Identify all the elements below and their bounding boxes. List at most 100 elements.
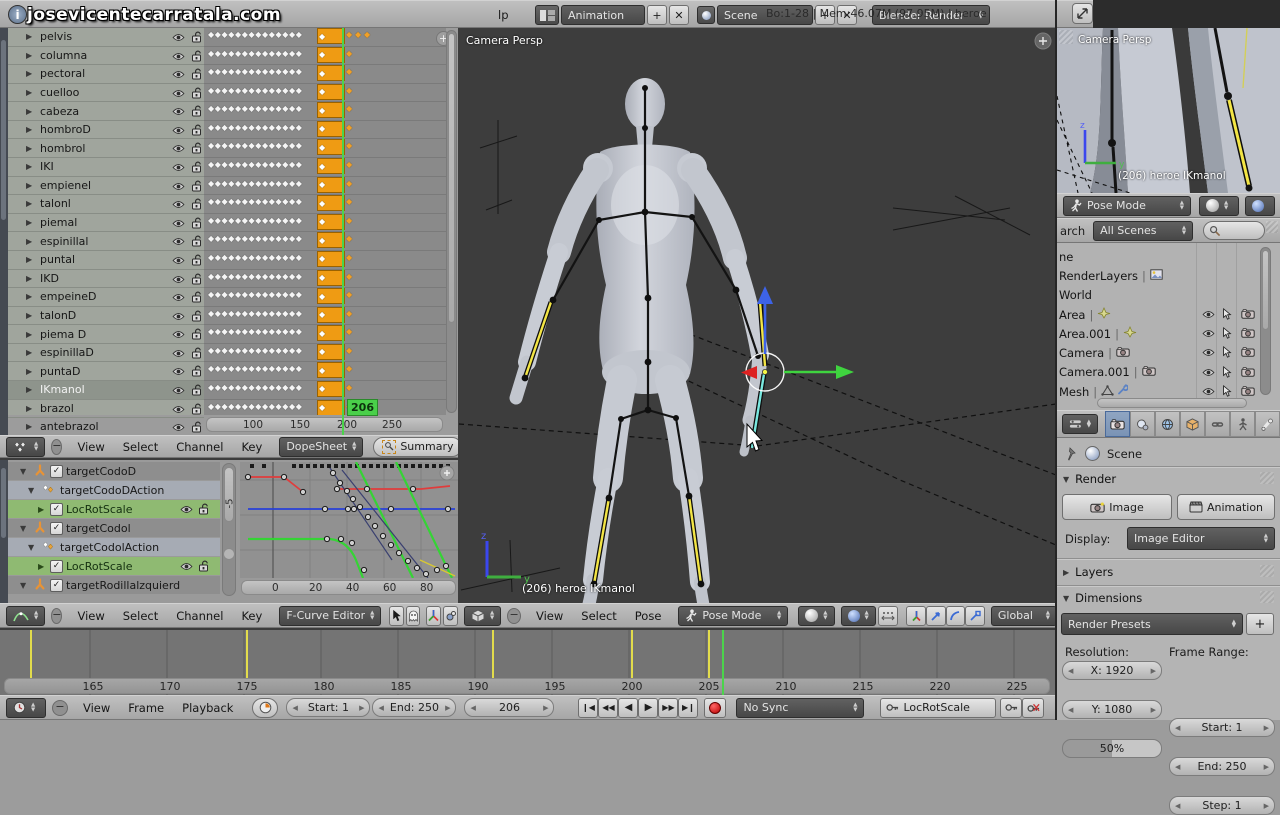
- menu-frame[interactable]: Frame: [128, 701, 164, 715]
- dopesheet-channel-columna[interactable]: ▶ columna: [8, 47, 204, 66]
- dopesheet-key-row[interactable]: ◆◆◆◆◆◆◆◆◆◆◆◆◆◆◆◆: [204, 306, 446, 326]
- dopesheet-key-row[interactable]: ◆◆◆◆◆◆◆◆◆◆◆◆◆◆◆◆: [204, 176, 446, 196]
- dopesheet-channel-empeineD[interactable]: ▶ empeineD: [8, 288, 204, 307]
- selected-keys-block[interactable]: ◆: [317, 195, 345, 212]
- lock-icon[interactable]: [191, 31, 202, 46]
- dimensions-panel-header[interactable]: ▼ Dimensions: [1063, 591, 1142, 605]
- cursor-select-icon[interactable]: [1222, 307, 1232, 323]
- selected-keys-block[interactable]: ◆: [317, 362, 345, 379]
- layers-panel-header[interactable]: ▶ Layers: [1063, 565, 1113, 579]
- checkbox[interactable]: ✓: [50, 579, 63, 592]
- collapse-menus-icon[interactable]: −: [51, 438, 63, 455]
- lock-icon[interactable]: [191, 87, 202, 102]
- render-toggle-icon[interactable]: [1241, 308, 1255, 322]
- menu-view[interactable]: View: [536, 609, 563, 623]
- lock-icon[interactable]: [191, 421, 202, 436]
- dopesheet-channel-IKI[interactable]: ▶ IKI: [8, 158, 204, 177]
- render-toggle-icon[interactable]: [1241, 346, 1255, 360]
- panel-grip[interactable]: [1260, 591, 1274, 603]
- expand-icon[interactable]: ▶: [26, 404, 32, 413]
- breadcrumb-label[interactable]: Scene: [1107, 447, 1142, 461]
- transform-orientation-selector[interactable]: Global ▲ ▼: [990, 605, 1057, 626]
- tab-world[interactable]: [1155, 411, 1180, 437]
- lock-icon[interactable]: [191, 68, 202, 83]
- resolution-percentage-slider[interactable]: 50%: [1062, 739, 1162, 758]
- sync-mode-selector[interactable]: No Sync ▲ ▼: [736, 697, 865, 718]
- menu-playback[interactable]: Playback: [182, 701, 233, 715]
- expand-icon[interactable]: ▶: [26, 274, 32, 283]
- dopesheet-key-row[interactable]: ◆◆◆◆◆◆◆◆◆◆◆◆◆◆◆◆: [204, 213, 446, 233]
- menu-key[interactable]: Key: [241, 440, 262, 454]
- screen-layout-icon[interactable]: [535, 5, 559, 25]
- outliner-h-scrollbar[interactable]: [1097, 398, 1247, 408]
- keyframe-marker[interactable]: [246, 630, 248, 678]
- eye-icon[interactable]: [172, 366, 185, 379]
- menu-channel[interactable]: Channel: [176, 440, 223, 454]
- eye-icon[interactable]: [1202, 308, 1215, 322]
- lock-icon[interactable]: [191, 347, 202, 362]
- normalize-axis-button[interactable]: [426, 605, 442, 626]
- selected-keys-block[interactable]: ◆: [317, 269, 345, 286]
- eye-icon[interactable]: [172, 125, 185, 138]
- cursor-select-icon[interactable]: [1222, 365, 1232, 381]
- selected-keys-block[interactable]: ◆: [317, 399, 345, 416]
- side-preview-viewport[interactable]: z y: [1057, 28, 1280, 193]
- eye-icon[interactable]: [172, 422, 185, 435]
- selected-keys-block[interactable]: ◆: [317, 46, 345, 63]
- dopesheet-channel-espinillal[interactable]: ▶ espinillal: [8, 232, 204, 251]
- eye-icon[interactable]: [172, 162, 185, 175]
- eye-icon[interactable]: [172, 404, 185, 417]
- dopesheet-key-row[interactable]: ◆◆◆◆◆◆◆◆◆◆◆◆◆◆ ◆ ◆ ◆ ◆: [204, 28, 446, 47]
- selected-keys-block[interactable]: ◆: [317, 158, 345, 175]
- lock-icon[interactable]: [191, 217, 202, 232]
- display-selector[interactable]: Image Editor ▲ ▼: [1127, 527, 1275, 550]
- dopesheet-channel-espinillaD[interactable]: ▶ espinillaD: [8, 344, 204, 363]
- expand-icon[interactable]: ▶: [26, 237, 32, 246]
- previous-keyframe-button[interactable]: ◀◀: [598, 697, 619, 718]
- frame-step-field[interactable]: ◀ Step: 1 ▶: [1169, 796, 1275, 815]
- dopesheet-channel-empienel[interactable]: ▶ empienel: [8, 177, 204, 196]
- menu-view[interactable]: View: [83, 701, 110, 715]
- corner-grip[interactable]: [1266, 221, 1278, 233]
- render-presets-selector[interactable]: Render Presets ▲ ▼: [1061, 613, 1243, 635]
- eye-icon[interactable]: [172, 385, 185, 398]
- render-image-button[interactable]: Image: [1062, 494, 1172, 520]
- eye-icon[interactable]: [1202, 385, 1215, 399]
- dopesheet-channel-pectoral[interactable]: ▶ pectoral: [8, 65, 204, 84]
- dopesheet-channel-puntaD[interactable]: ▶ puntaD: [8, 362, 204, 381]
- lock-icon[interactable]: [191, 142, 202, 157]
- expand-icon[interactable]: ▶: [26, 162, 32, 171]
- selected-keys-block[interactable]: ◆: [317, 380, 345, 397]
- dopesheet-key-row[interactable]: ◆◆◆◆◆◆◆◆◆◆◆◆◆◆◆◆: [204, 325, 446, 344]
- timeline-ruler[interactable]: 165 170 175 180 185 190 195 200 205 210 215 220 225: [0, 628, 1057, 695]
- selected-keys-block[interactable]: ◆: [317, 176, 345, 193]
- selected-keys-block[interactable]: ◆: [317, 325, 345, 342]
- dopesheet-channel-talonD[interactable]: ▶ talonD: [8, 307, 204, 326]
- dopesheet-left-scrollbar[interactable]: [0, 28, 8, 435]
- side-mode-selector[interactable]: Pose Mode ▲ ▼: [1063, 195, 1191, 216]
- tab-render[interactable]: [1105, 411, 1130, 437]
- graph-channel-targetCodolAction[interactable]: ▼ targetCodolAction: [8, 538, 220, 556]
- panel-grip[interactable]: [1260, 565, 1274, 577]
- expand-icon[interactable]: ▶: [26, 255, 32, 264]
- eye-icon[interactable]: [172, 199, 185, 212]
- resolution-x-field[interactable]: ◀ X: 1920 ▶: [1062, 661, 1162, 680]
- expand-icon[interactable]: ▶: [26, 348, 32, 357]
- graph-mode-selector[interactable]: F-Curve Editor ▲ ▼: [279, 605, 382, 626]
- dopesheet-key-row[interactable]: ◆◆◆◆◆◆◆◆◆◆◆◆◆◆◆◆: [204, 250, 446, 270]
- jump-to-start-button[interactable]: ❙◀: [578, 697, 599, 718]
- selected-keys-block[interactable]: ◆: [317, 139, 345, 156]
- preview-range-clock-button[interactable]: [252, 697, 279, 718]
- corner-grip[interactable]: [1059, 30, 1073, 44]
- tab-constraints[interactable]: [1205, 411, 1230, 437]
- selected-keys-block[interactable]: ◆: [317, 120, 345, 137]
- menu-fragment-help[interactable]: lp: [498, 8, 509, 22]
- checkbox[interactable]: ✓: [50, 503, 63, 516]
- graph-channel-targetRodillalzquierd[interactable]: ▼ ✓ targetRodillalzquierd: [8, 576, 220, 594]
- dopesheet-key-row[interactable]: ◆◆◆◆◆◆◆◆◆◆◆◆◆◆◆◆: [204, 195, 446, 214]
- lock-icon[interactable]: [191, 291, 202, 306]
- dopesheet-key-row[interactable]: ◆◆◆◆◆◆◆◆◆◆◆◆◆◆◆◆: [204, 343, 446, 363]
- cursor-select-button[interactable]: [389, 605, 404, 626]
- window-separator[interactable]: [1055, 0, 1057, 720]
- expand-icon[interactable]: ▶: [26, 292, 32, 301]
